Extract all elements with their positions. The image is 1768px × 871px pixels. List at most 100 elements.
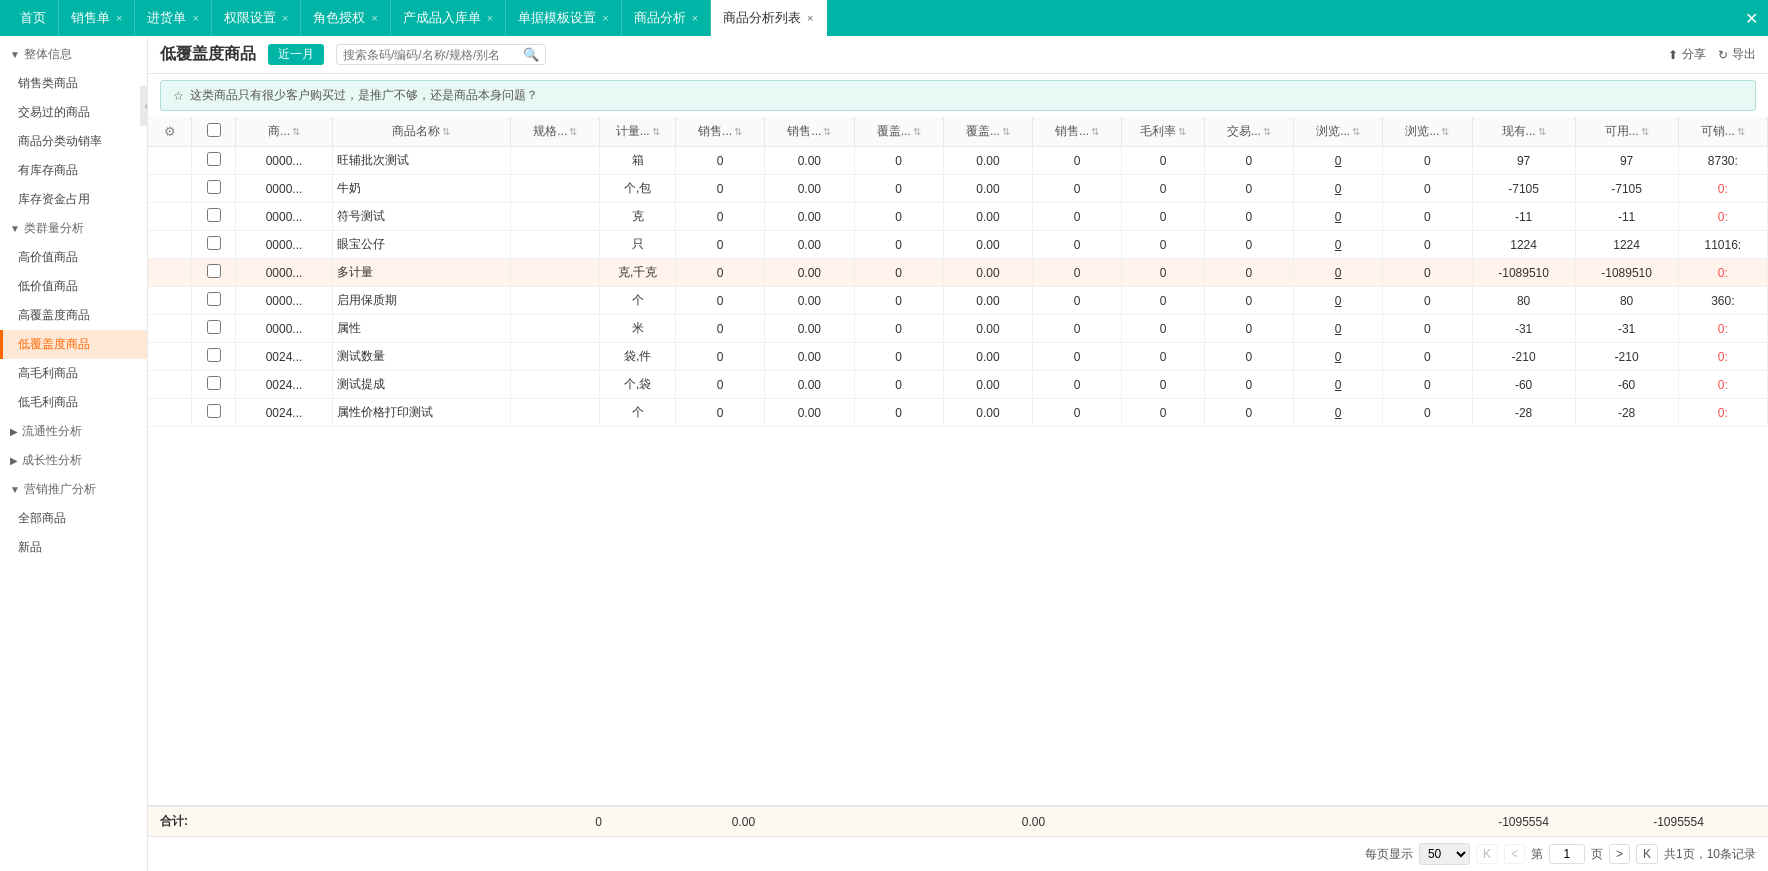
nav-purchase-order[interactable]: 进货单 × xyxy=(135,0,211,36)
col-available-stock[interactable]: 可用...⇅ xyxy=(1575,117,1678,147)
sidebar-item-low-profit[interactable]: 低毛利商品 xyxy=(0,388,147,417)
row-checkbox[interactable] xyxy=(207,236,221,250)
share-button[interactable]: ⬆ 分享 xyxy=(1668,46,1706,63)
row-checkbox[interactable] xyxy=(207,320,221,334)
sidebar-item-category-rate[interactable]: 商品分类动销率 xyxy=(0,127,147,156)
browse-link: 0 xyxy=(1335,238,1342,252)
total-sales-count: 0 xyxy=(566,815,631,829)
close-icon[interactable]: × xyxy=(602,12,608,24)
close-icon[interactable]: × xyxy=(282,12,288,24)
total-coverage2: 0.00 xyxy=(1001,815,1066,829)
close-icon[interactable]: × xyxy=(192,12,198,24)
col-current-stock[interactable]: 现有...⇅ xyxy=(1472,117,1575,147)
col-sales-detail[interactable]: 销售...⇅ xyxy=(1033,117,1122,147)
col-browse2[interactable]: 浏览...⇅ xyxy=(1383,117,1472,147)
export-button[interactable]: ↻ 导出 xyxy=(1718,46,1756,63)
sidebar-section-growth[interactable]: ▶ 成长性分析 xyxy=(0,446,147,475)
nav-home[interactable]: 首页 xyxy=(8,0,59,36)
select-all-checkbox[interactable] xyxy=(207,123,221,137)
search-box: 🔍 xyxy=(336,44,546,65)
row-checkbox[interactable] xyxy=(207,180,221,194)
close-icon[interactable]: × xyxy=(371,12,377,24)
sidebar-item-stock-fund[interactable]: 库存资金占用 xyxy=(0,185,147,214)
nav-sales-order[interactable]: 销售单 × xyxy=(59,0,135,36)
close-all-button[interactable]: ✕ xyxy=(1745,9,1758,28)
col-checkbox xyxy=(192,117,236,147)
table-container: ⚙ 商...⇅ 商品名称⇅ 规格...⇅ xyxy=(148,117,1768,805)
row-checkbox[interactable] xyxy=(207,348,221,362)
close-icon[interactable]: × xyxy=(487,12,493,24)
table-row: 0000... 旺辅批次测试 箱 0 0.00 0 0.00 0 0 0 0 0… xyxy=(148,147,1768,175)
content-header: 低覆盖度商品 近一月 🔍 ⬆ 分享 ↻ 导出 xyxy=(148,36,1768,74)
time-filter-button[interactable]: 近一月 xyxy=(268,44,324,65)
nav-product-entry[interactable]: 产成品入库单 × xyxy=(391,0,506,36)
nav-goods-analysis[interactable]: 商品分析 × xyxy=(622,0,711,36)
first-page-button[interactable]: K xyxy=(1476,844,1498,864)
row-checkbox[interactable] xyxy=(207,264,221,278)
sort-icon: ⇅ xyxy=(1263,126,1271,137)
last-page-button[interactable]: K xyxy=(1636,844,1658,864)
sidebar-item-high-value[interactable]: 高价值商品 xyxy=(0,243,147,272)
sidebar-toggle-button[interactable]: « xyxy=(140,86,148,126)
row-checkbox[interactable] xyxy=(207,404,221,418)
col-gross-margin[interactable]: 毛利率⇅ xyxy=(1122,117,1204,147)
table-row: 0024... 测试数量 袋,件 0 0.00 0 0.00 0 0 0 0 0… xyxy=(148,343,1768,371)
export-icon: ↻ xyxy=(1718,48,1728,62)
col-coverage1[interactable]: 覆盖...⇅ xyxy=(854,117,943,147)
col-coverage2[interactable]: 覆盖...⇅ xyxy=(943,117,1032,147)
browse-link: 0 xyxy=(1335,350,1342,364)
sidebar-item-sales-goods[interactable]: 销售类商品 xyxy=(0,69,147,98)
sidebar-section-cluster[interactable]: ▼ 类群量分析 xyxy=(0,214,147,243)
sidebar-section-circulation[interactable]: ▶ 流通性分析 xyxy=(0,417,147,446)
col-name[interactable]: 商品名称⇅ xyxy=(332,117,511,147)
sidebar-item-all-goods[interactable]: 全部商品 xyxy=(0,504,147,533)
pagination: 每页显示 50 100 200 K < 第 页 > K 共1页，10条记录 xyxy=(148,836,1768,871)
sidebar-item-traded-goods[interactable]: 交易过的商品 xyxy=(0,98,147,127)
row-checkbox[interactable] xyxy=(207,208,221,222)
table-row: 0000... 启用保质期 个 0 0.00 0 0.00 0 0 0 0 0 … xyxy=(148,287,1768,315)
col-browse1[interactable]: 浏览...⇅ xyxy=(1294,117,1383,147)
page-number-input[interactable] xyxy=(1549,844,1585,864)
column-settings-icon[interactable]: ⚙ xyxy=(164,124,176,139)
close-icon[interactable]: × xyxy=(807,12,813,24)
next-page-button[interactable]: > xyxy=(1609,844,1630,864)
col-sellable[interactable]: 可销...⇅ xyxy=(1678,117,1767,147)
table-header-row: ⚙ 商...⇅ 商品名称⇅ 规格...⇅ xyxy=(148,117,1768,147)
page-title: 低覆盖度商品 xyxy=(160,44,256,65)
col-transaction[interactable]: 交易...⇅ xyxy=(1204,117,1293,147)
sidebar-item-new-goods[interactable]: 新品 xyxy=(0,533,147,562)
page-size-select[interactable]: 50 100 200 xyxy=(1419,843,1470,865)
col-sales-count[interactable]: 销售...⇅ xyxy=(675,117,764,147)
col-code[interactable]: 商...⇅ xyxy=(236,117,332,147)
table-footer: 合计: 0 0.00 0.00 -1095554 -1095554 xyxy=(148,805,1768,836)
sidebar-section-marketing[interactable]: ▼ 营销推广分析 xyxy=(0,475,147,504)
col-sales-amount[interactable]: 销售...⇅ xyxy=(765,117,854,147)
col-unit[interactable]: 计量...⇅ xyxy=(600,117,676,147)
row-checkbox[interactable] xyxy=(207,292,221,306)
close-icon[interactable]: × xyxy=(692,12,698,24)
col-spec[interactable]: 规格...⇅ xyxy=(511,117,600,147)
nav-permission-settings[interactable]: 权限设置 × xyxy=(212,0,301,36)
prev-page-button[interactable]: < xyxy=(1504,844,1525,864)
sidebar-item-low-coverage[interactable]: 低覆盖度商品 xyxy=(0,330,147,359)
sort-icon: ⇅ xyxy=(292,126,300,137)
page-label: 页 xyxy=(1591,846,1603,863)
col-gear: ⚙ xyxy=(148,117,192,147)
table-row: 0024... 测试提成 个,袋 0 0.00 0 0.00 0 0 0 0 0… xyxy=(148,371,1768,399)
content-area: 低覆盖度商品 近一月 🔍 ⬆ 分享 ↻ 导出 ☆ 这类商品只有很少客户购买过，是… xyxy=(148,36,1768,871)
sidebar-item-high-profit[interactable]: 高毛利商品 xyxy=(0,359,147,388)
sort-icon: ⇅ xyxy=(913,126,921,137)
sort-icon: ⇅ xyxy=(442,126,450,137)
close-icon[interactable]: × xyxy=(116,12,122,24)
nav-role-auth[interactable]: 角色授权 × xyxy=(301,0,390,36)
row-checkbox[interactable] xyxy=(207,376,221,390)
row-checkbox[interactable] xyxy=(207,152,221,166)
search-input[interactable] xyxy=(343,48,523,62)
sidebar-item-low-value[interactable]: 低价值商品 xyxy=(0,272,147,301)
table-row: 0000... 牛奶 个,包 0 0.00 0 0.00 0 0 0 0 0 -… xyxy=(148,175,1768,203)
nav-goods-analysis-list[interactable]: 商品分析列表 × xyxy=(711,0,826,36)
sidebar-item-in-stock[interactable]: 有库存商品 xyxy=(0,156,147,185)
nav-template-settings[interactable]: 单据模板设置 × xyxy=(506,0,621,36)
sidebar-section-overall[interactable]: ▼ 整体信息 xyxy=(0,40,147,69)
sidebar-item-high-coverage[interactable]: 高覆盖度商品 xyxy=(0,301,147,330)
